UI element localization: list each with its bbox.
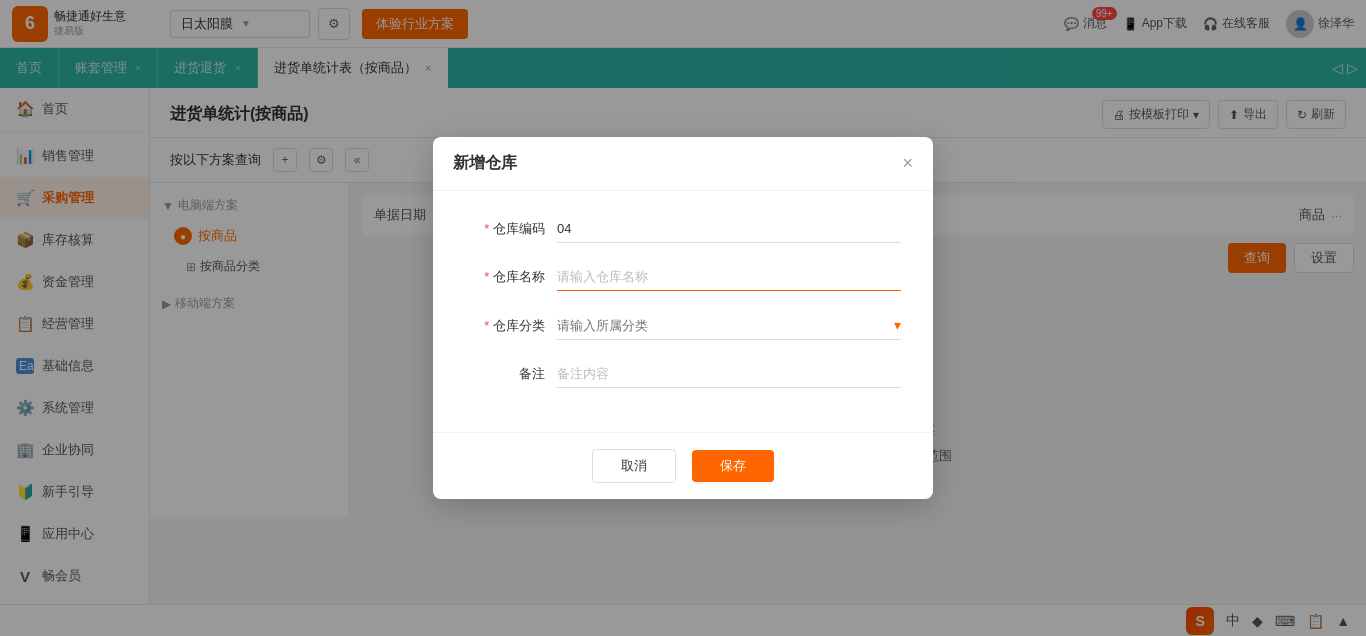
note-label: 备注 <box>465 365 545 383</box>
modal-close-button[interactable]: × <box>902 153 913 174</box>
code-form-row: 仓库编码 <box>465 215 901 243</box>
modal-title: 新增仓库 <box>453 153 517 174</box>
category-form-row: 仓库分类 ▾ <box>465 311 901 340</box>
note-form-row: 备注 <box>465 360 901 388</box>
code-label: 仓库编码 <box>465 220 545 238</box>
category-dropdown-icon: ▾ <box>894 317 901 333</box>
category-input[interactable] <box>557 318 894 333</box>
save-button[interactable]: 保存 <box>692 450 774 482</box>
note-input[interactable] <box>557 360 901 388</box>
modal-footer: 取消 保存 <box>433 432 933 499</box>
modal-overlay: 新增仓库 × 仓库编码 仓库名称 仓库分类 ▾ <box>0 0 1366 636</box>
category-label: 仓库分类 <box>465 317 545 335</box>
cancel-button[interactable]: 取消 <box>592 449 676 483</box>
modal-body: 仓库编码 仓库名称 仓库分类 ▾ 备注 <box>433 191 933 432</box>
name-input[interactable] <box>557 263 901 291</box>
add-warehouse-modal: 新增仓库 × 仓库编码 仓库名称 仓库分类 ▾ <box>433 137 933 499</box>
modal-header: 新增仓库 × <box>433 137 933 191</box>
name-label: 仓库名称 <box>465 268 545 286</box>
code-input[interactable] <box>557 215 901 243</box>
category-select-wrap[interactable]: ▾ <box>557 311 901 340</box>
name-form-row: 仓库名称 <box>465 263 901 291</box>
